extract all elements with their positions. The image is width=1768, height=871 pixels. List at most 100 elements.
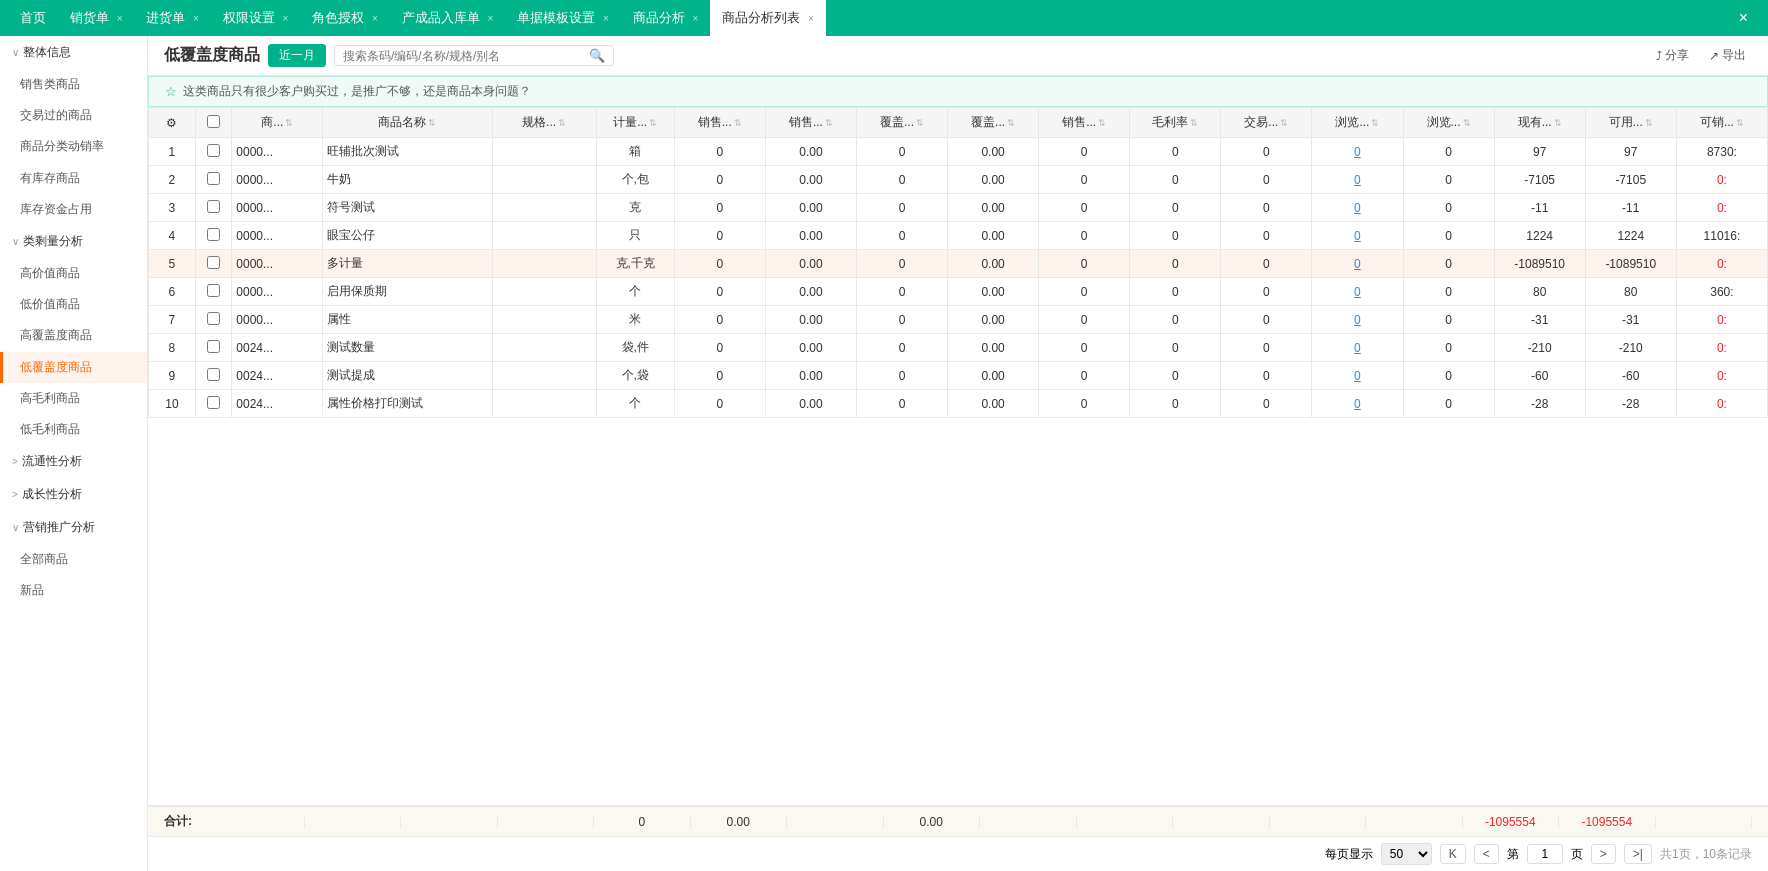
row-checkbox-input[interactable] — [207, 312, 220, 325]
row-trade: 0 — [1221, 194, 1312, 222]
view-link[interactable]: 0 — [1312, 278, 1403, 306]
sidebar-item-high-profit[interactable]: 高毛利商品 — [0, 383, 147, 414]
row-code: 0024... — [232, 334, 323, 362]
th-settings[interactable]: ⚙ — [149, 108, 196, 138]
row-spec — [492, 334, 596, 362]
nav-item-purchase[interactable]: 进货单 × — [134, 0, 210, 36]
row-checkbox — [195, 334, 231, 362]
row-checkbox-input[interactable] — [207, 396, 220, 409]
sidebar-section-circulation[interactable]: > 流通性分析 — [0, 445, 147, 478]
row-view2: 0 — [1403, 138, 1494, 166]
view-link[interactable]: 0 — [1312, 390, 1403, 418]
row-unit: 米 — [596, 306, 674, 334]
filter-btn-month[interactable]: 近一月 — [268, 44, 326, 67]
page-first-btn[interactable]: K — [1440, 844, 1466, 864]
row-stock: 1224 — [1494, 222, 1585, 250]
sidebar-item-new-goods[interactable]: 新品 — [0, 575, 147, 606]
sidebar-section-marketing[interactable]: ∨ 营销推广分析 — [0, 511, 147, 544]
sidebar-item-high-coverage[interactable]: 高覆盖度商品 — [0, 320, 147, 351]
footer-view2-space — [1366, 815, 1463, 829]
sidebar-item-fund-occupy[interactable]: 库存资金占用 — [0, 194, 147, 225]
row-unit: 克 — [596, 194, 674, 222]
nav-close-products[interactable]: × — [488, 13, 494, 24]
view-link[interactable]: 0 — [1312, 306, 1403, 334]
row-checkbox-input[interactable] — [207, 256, 220, 269]
nav-item-permissions[interactable]: 权限设置 × — [211, 0, 300, 36]
page-last-btn[interactable]: >| — [1624, 844, 1652, 864]
nav-close-roles[interactable]: × — [372, 13, 378, 24]
page-input[interactable] — [1527, 844, 1563, 864]
share-btn[interactable]: ⤴ 分享 — [1650, 45, 1695, 66]
view-link[interactable]: 0 — [1312, 138, 1403, 166]
nav-item-roles[interactable]: 角色授权 × — [300, 0, 389, 36]
sidebar-item-low-coverage[interactable]: 低覆盖度商品 — [0, 352, 147, 383]
sidebar-item-low-value[interactable]: 低价值商品 — [0, 289, 147, 320]
nav-close-purchase[interactable]: × — [193, 13, 199, 24]
nav-close-analysis[interactable]: × — [692, 13, 698, 24]
view-link[interactable]: 0 — [1312, 194, 1403, 222]
row-cover2: 0.00 — [948, 306, 1039, 334]
sidebar-section-overall[interactable]: ∨ 整体信息 — [0, 36, 147, 69]
row-checkbox-input[interactable] — [207, 172, 220, 185]
nav-item-products[interactable]: 产成品入库单 × — [390, 0, 505, 36]
sidebar-item-stock-goods[interactable]: 有库存商品 — [0, 163, 147, 194]
row-num: 6 — [149, 278, 196, 306]
nav-close-templates[interactable]: × — [603, 13, 609, 24]
row-checkbox-input[interactable] — [207, 200, 220, 213]
table-wrapper[interactable]: ⚙ 商...⇅ 商品名称⇅ 规格...⇅ 计量...⇅ 销售...⇅ 销售...… — [148, 107, 1768, 805]
nav-close-sales[interactable]: × — [117, 13, 123, 24]
view-link[interactable]: 0 — [1312, 362, 1403, 390]
row-trade: 0 — [1221, 362, 1312, 390]
footer-stock: -1095554 — [1463, 815, 1560, 829]
nav-close-analysis-list[interactable]: × — [808, 13, 814, 24]
view-link[interactable]: 0 — [1312, 250, 1403, 278]
page-size-label: 每页显示 — [1325, 846, 1373, 863]
view-link[interactable]: 0 — [1312, 222, 1403, 250]
row-checkbox-input[interactable] — [207, 284, 220, 297]
settings-icon[interactable]: ⚙ — [166, 116, 177, 130]
search-input[interactable] — [343, 49, 589, 63]
row-gross: 0 — [1130, 362, 1221, 390]
row-checkbox-input[interactable] — [207, 144, 220, 157]
nav-item-analysis[interactable]: 商品分析 × — [621, 0, 710, 36]
row-checkbox-input[interactable] — [207, 368, 220, 381]
sidebar-item-all-goods[interactable]: 全部商品 — [0, 544, 147, 575]
th-spec: 规格...⇅ — [492, 108, 596, 138]
sidebar-item-sales-goods[interactable]: 销售类商品 — [0, 69, 147, 100]
nav-close-permissions[interactable]: × — [283, 13, 289, 24]
sidebar-item-category-rate[interactable]: 商品分类动销率 — [0, 131, 147, 162]
row-cover1: 0 — [856, 390, 947, 418]
nav-item-analysis-list[interactable]: 商品分析列表 × — [710, 0, 825, 36]
row-avail: -60 — [1585, 362, 1676, 390]
row-checkbox — [195, 362, 231, 390]
view-link[interactable]: 0 — [1312, 334, 1403, 362]
sidebar-item-high-value[interactable]: 高价值商品 — [0, 258, 147, 289]
nav-item-sales[interactable]: 销货单 × — [58, 0, 134, 36]
sidebar-overall-label: 整体信息 — [23, 44, 71, 61]
page-next-btn[interactable]: > — [1591, 844, 1616, 864]
main-layout: ∨ 整体信息 销售类商品 交易过的商品 商品分类动销率 有库存商品 库存资金占用… — [0, 36, 1768, 871]
alert-text: 这类商品只有很少客户购买过，是推广不够，还是商品本身问题？ — [183, 83, 531, 100]
row-view2: 0 — [1403, 222, 1494, 250]
sidebar-circulation-label: 流通性分析 — [22, 453, 82, 470]
row-unit: 个 — [596, 278, 674, 306]
window-close-btn[interactable]: × — [1727, 0, 1760, 36]
sidebar-section-coverage[interactable]: ∨ 类剩量分析 — [0, 225, 147, 258]
nav-item-templates[interactable]: 单据模板设置 × — [505, 0, 620, 36]
select-all-checkbox[interactable] — [207, 115, 220, 128]
row-checkbox-input[interactable] — [207, 340, 220, 353]
row-sales-amt: 0.00 — [765, 306, 856, 334]
row-name: 启用保质期 — [323, 278, 492, 306]
row-cover1: 0 — [856, 306, 947, 334]
page-size-select[interactable]: 50 100 200 — [1381, 843, 1432, 865]
sidebar-section-growth[interactable]: > 成长性分析 — [0, 478, 147, 511]
sidebar-item-low-profit[interactable]: 低毛利商品 — [0, 414, 147, 445]
row-avail: 80 — [1585, 278, 1676, 306]
export-btn[interactable]: ↗ 导出 — [1703, 45, 1752, 66]
page-prev-btn[interactable]: < — [1474, 844, 1499, 864]
sidebar-item-traded-goods[interactable]: 交易过的商品 — [0, 100, 147, 131]
row-checkbox-input[interactable] — [207, 228, 220, 241]
row-sellable: 360: — [1676, 278, 1767, 306]
view-link[interactable]: 0 — [1312, 166, 1403, 194]
nav-item-home[interactable]: 首页 — [8, 0, 58, 36]
